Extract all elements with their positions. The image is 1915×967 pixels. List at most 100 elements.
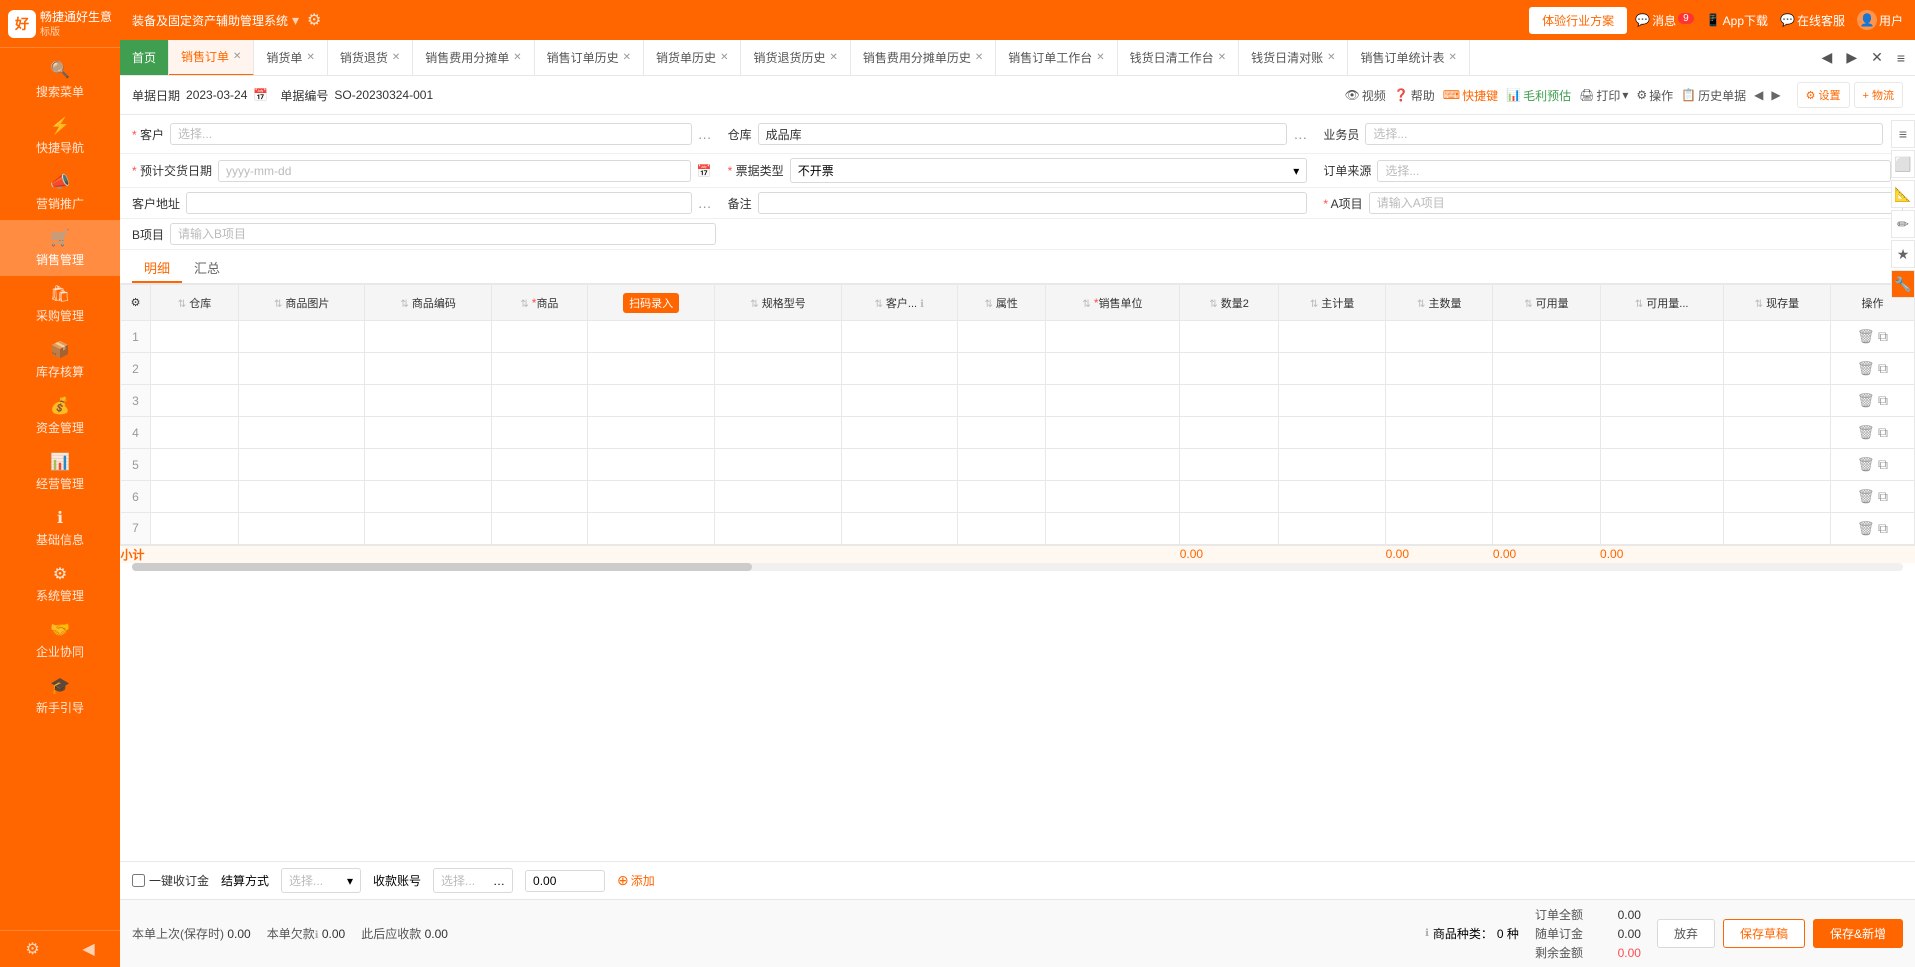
amount-input[interactable] [525,870,605,892]
tab-summary[interactable]: 汇总 [182,254,232,283]
row-copy-btn[interactable]: ⧉ [1878,392,1888,408]
warehouse-more-icon[interactable]: … [1293,126,1307,142]
scan-btn[interactable]: 扫码录入 [623,293,679,313]
sidebar-item-新手引导[interactable]: 🎓新手引导 [0,668,120,724]
video-link[interactable]: 👁 视频 [1345,87,1386,104]
sidebar-item-资金管理[interactable]: 💰资金管理 [0,388,120,444]
date-picker-icon[interactable]: 📅 [253,88,268,102]
operation-link[interactable]: ⚙ 操作 [1636,87,1673,104]
order-source-input[interactable] [1377,160,1891,182]
tab-close-icon[interactable]: ✕ [829,52,837,63]
row-delete-btn[interactable]: 🗑 [1857,392,1875,408]
tab-close-icon[interactable]: ✕ [1327,52,1335,63]
bank-more-icon[interactable]: … [493,874,505,888]
profit-link[interactable]: 📊 毛利预估 [1506,87,1571,104]
tab-close-icon[interactable]: ✕ [1449,52,1457,63]
row-delete-btn[interactable]: 🗑 [1857,456,1875,472]
tab-钱货日清工作台[interactable]: 钱货日清工作台✕ [1118,40,1239,76]
tab-close-icon[interactable]: ✕ [720,52,728,63]
history-link[interactable]: 📋 历史单据 [1681,87,1746,104]
tab-销售订单统计表[interactable]: 销售订单统计表✕ [1348,40,1469,76]
tab-prev-btn[interactable]: ◀ [1816,47,1839,68]
payment-dropdown-icon[interactable]: ▾ [347,874,353,888]
row-delete-btn[interactable]: 🗑 [1857,360,1875,376]
row-copy-btn[interactable]: ⧉ [1878,424,1888,440]
shortcut-link[interactable]: ⌨ 快捷键 [1443,87,1498,104]
a-project-input[interactable] [1369,192,1903,214]
tab-close-icon[interactable]: ✕ [392,52,400,63]
address-input[interactable] [186,192,692,214]
tab-销货退货[interactable]: 销货退货✕ [328,40,413,76]
tab-close-icon[interactable]: ✕ [306,52,314,63]
row-copy-btn[interactable]: ⧉ [1878,456,1888,472]
print-link[interactable]: 🖨 打印▾ [1579,87,1628,104]
row-copy-btn[interactable]: ⧉ [1878,488,1888,504]
settings-btn[interactable]: ⚙ 设置 [1797,82,1850,108]
app-download-link[interactable]: 📱 App下载 [1706,12,1768,29]
collapse-icon[interactable]: ◀ [82,939,94,959]
tab-close-icon[interactable]: ✕ [975,52,983,63]
sidebar-item-系统管理[interactable]: ⚙系统管理 [0,556,120,612]
add-btn[interactable]: ⊕ 添加 [617,872,655,889]
messages-link[interactable]: 💬 消息 9 [1635,12,1694,29]
tab-close-all-btn[interactable]: ✕ [1865,47,1889,68]
checkout-checkbox-input[interactable] [132,874,145,887]
row-copy-btn[interactable]: ⧉ [1878,360,1888,376]
row-delete-btn[interactable]: 🗑 [1857,424,1875,440]
discard-btn[interactable]: 放弃 [1657,919,1715,948]
b-project-input[interactable] [170,223,716,245]
one-click-checkout-checkbox[interactable]: 一键收订金 [132,872,209,889]
tab-close-icon[interactable]: ✕ [1096,52,1104,63]
float-btn-2[interactable]: ⬜ [1891,150,1915,178]
help-link[interactable]: ❓ 帮助 [1394,87,1435,104]
system-dropdown-icon[interactable]: ▾ [292,12,299,29]
float-btn-5[interactable]: ★ [1891,240,1915,268]
tab-首页[interactable]: 首页 [120,40,169,76]
table-scrollbar[interactable] [132,563,1903,571]
sidebar-item-搜索菜单[interactable]: 🔍搜索菜单 [0,52,120,108]
float-btn-6[interactable]: 🔧 [1891,270,1915,298]
tab-销售订单[interactable]: 销售订单✕ [169,40,254,76]
sidebar-item-销售管理[interactable]: 🛒销售管理 [0,220,120,276]
address-more-icon[interactable]: … [698,195,712,211]
tab-销售费用分摊单[interactable]: 销售费用分摊单✕ [413,40,534,76]
industry-btn[interactable]: 体验行业方案 [1529,7,1627,34]
tab-销货单历史[interactable]: 销货单历史✕ [644,40,741,76]
sidebar-item-经营管理[interactable]: 📊经营管理 [0,444,120,500]
tab-销售费用分摊单历史[interactable]: 销售费用分摊单历史✕ [851,40,996,76]
sidebar-item-采购管理[interactable]: 🛍采购管理 [0,276,120,332]
delivery-date-input[interactable] [218,160,691,182]
save-new-btn[interactable]: 保存&新增 [1813,919,1903,948]
col-settings[interactable]: ⚙ [121,285,151,321]
sidebar-item-库存核算[interactable]: 📦库存核算 [0,332,120,388]
salesperson-input[interactable] [1365,123,1883,145]
tab-钱货日清对账[interactable]: 钱货日清对账✕ [1239,40,1348,76]
row-copy-btn[interactable]: ⧉ [1878,520,1888,536]
warehouse-input[interactable] [758,123,1288,145]
customer-more-icon[interactable]: … [698,126,712,142]
row-copy-btn[interactable]: ⧉ [1878,328,1888,344]
prev-record-btn[interactable]: ◀ [1754,88,1763,102]
customer-input[interactable] [170,123,692,145]
tab-销售订单工作台[interactable]: 销售订单工作台✕ [996,40,1117,76]
row-delete-btn[interactable]: 🗑 [1857,488,1875,504]
float-btn-3[interactable]: 📐 [1891,180,1915,208]
add-material-btn[interactable]: + 物流 [1854,82,1903,108]
sidebar-item-企业协同[interactable]: 🤝企业协同 [0,612,120,668]
tab-detail[interactable]: 明细 [132,254,182,283]
tab-销售订单历史[interactable]: 销售订单历史✕ [535,40,644,76]
float-btn-1[interactable]: ≡ [1891,120,1915,148]
sidebar-item-营销推广[interactable]: 📣营销推广 [0,164,120,220]
note-input[interactable] [758,192,1308,214]
float-btn-4[interactable]: ✏ [1891,210,1915,238]
tab-销货退货历史[interactable]: 销货退货历史✕ [741,40,850,76]
save-draft-btn[interactable]: 保存草稿 [1723,919,1805,948]
tab-销货单[interactable]: 销货单✕ [254,40,327,76]
tab-close-icon[interactable]: ✕ [513,52,521,63]
system-settings-icon[interactable]: ⚙ [307,10,321,30]
settings-icon[interactable]: ⚙ [25,939,39,959]
online-service-link[interactable]: 💬 在线客服 [1780,12,1845,29]
row-delete-btn[interactable]: 🗑 [1857,520,1875,536]
tab-next-btn[interactable]: ▶ [1840,47,1863,68]
next-record-btn[interactable]: ▶ [1771,88,1780,102]
